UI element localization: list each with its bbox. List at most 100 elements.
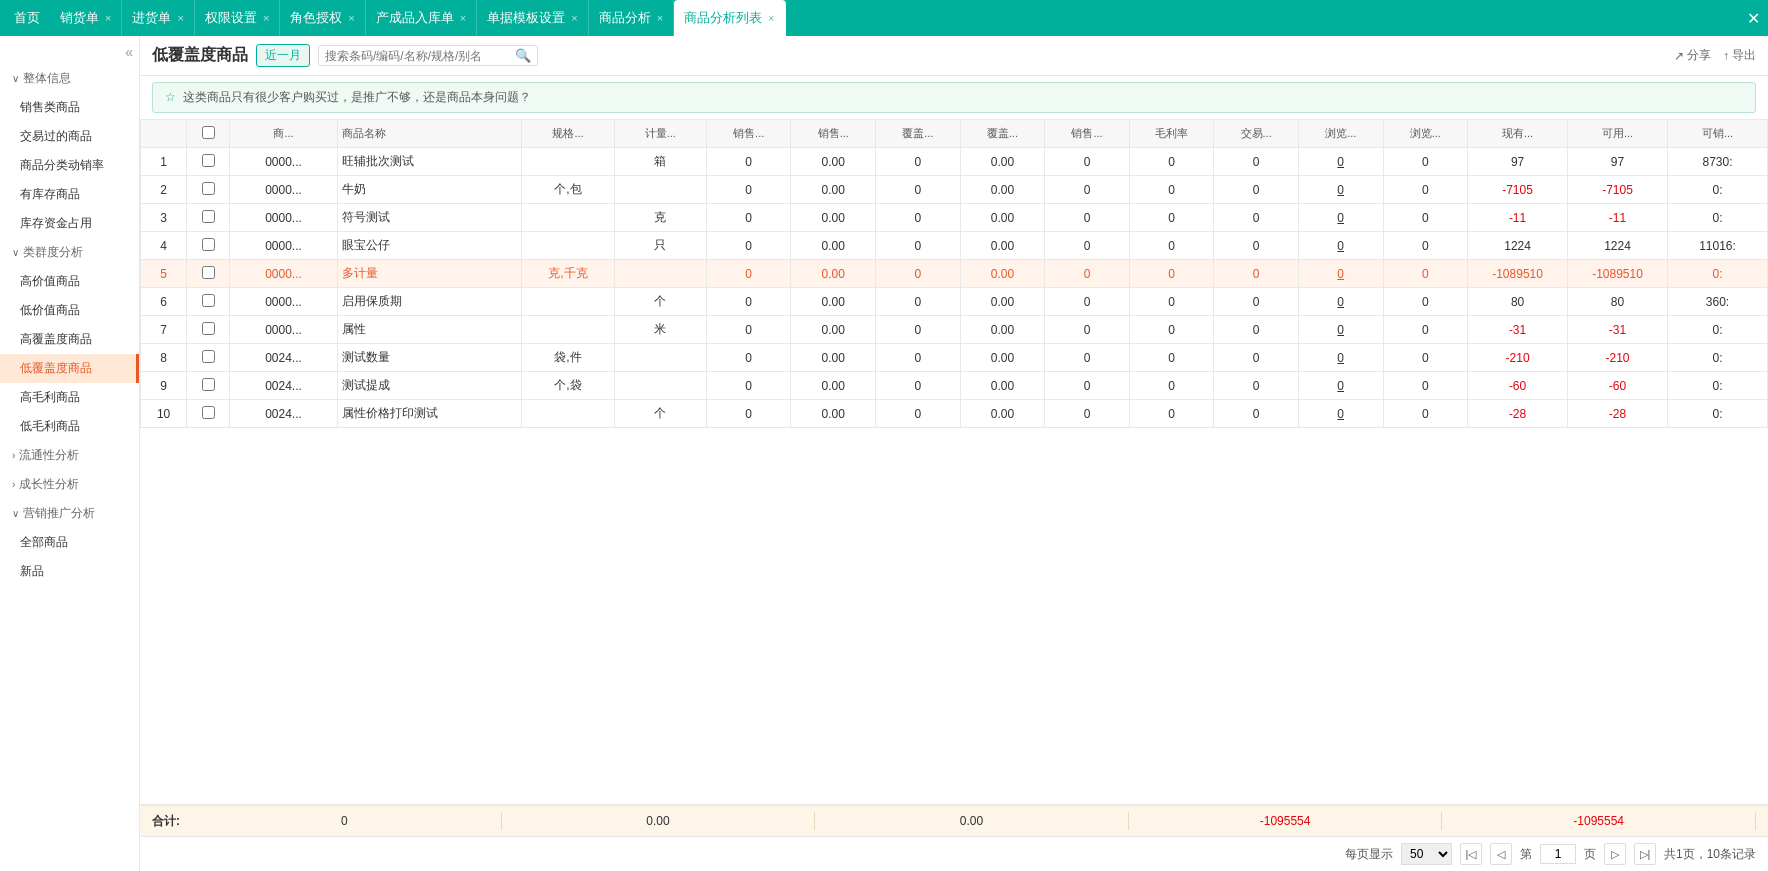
tab-purchase[interactable]: 进货单 × — [122, 0, 194, 36]
sidebar-toggle[interactable]: « — [0, 40, 139, 64]
sidebar-item-low-coverage[interactable]: 低覆盖度商品 — [0, 354, 139, 383]
th-browse2[interactable]: 浏览... — [1383, 120, 1468, 148]
tab-sales-close[interactable]: × — [105, 12, 111, 24]
tab-product-analysis-close[interactable]: × — [657, 12, 663, 24]
row-browse1[interactable]: 0 — [1298, 232, 1383, 260]
sidebar-item-traded-products[interactable]: 交易过的商品 — [0, 122, 139, 151]
row-name: 多计量 — [337, 260, 522, 288]
tab-permissions-close[interactable]: × — [263, 12, 269, 24]
row-browse1[interactable]: 0 — [1298, 400, 1383, 428]
th-avail[interactable]: 可用... — [1568, 120, 1668, 148]
row-browse2: 0 — [1383, 288, 1468, 316]
tab-product-analysis-list-close[interactable]: × — [768, 12, 774, 24]
last-page-button[interactable]: ▷| — [1634, 843, 1656, 865]
th-cover1[interactable]: 覆盖... — [876, 120, 961, 148]
sidebar-item-low-margin[interactable]: 低毛利商品 — [0, 412, 139, 441]
row-index: 4 — [141, 232, 187, 260]
table-row: 90024...测试提成个,袋00.0000.0000000-60-600: — [141, 372, 1768, 400]
th-sales3[interactable]: 销售... — [1045, 120, 1130, 148]
th-current[interactable]: 现有... — [1468, 120, 1568, 148]
th-trade[interactable]: 交易... — [1214, 120, 1299, 148]
row-select-checkbox[interactable] — [202, 350, 215, 363]
row-cover2: 0.00 — [960, 148, 1045, 176]
sidebar-item-sales-products[interactable]: 销售类商品 — [0, 93, 139, 122]
tab-product-analysis-list[interactable]: 商品分析列表 × — [674, 0, 785, 36]
tab-roles-close[interactable]: × — [348, 12, 354, 24]
sidebar-item-high-coverage[interactable]: 高覆盖度商品 — [0, 325, 139, 354]
export-button[interactable]: ↑ 导出 — [1723, 47, 1756, 64]
tab-sales[interactable]: 销货单 × — [50, 0, 122, 36]
content-header: 低覆盖度商品 近一月 🔍 ↗ 分享 ↑ 导出 — [140, 36, 1768, 76]
row-browse1[interactable]: 0 — [1298, 148, 1383, 176]
select-all-checkbox[interactable] — [202, 126, 215, 139]
sidebar-group-growth[interactable]: › 成长性分析 — [0, 470, 139, 499]
per-page-select[interactable]: 50 20 100 200 — [1401, 843, 1452, 865]
row-sales3: 0 — [1045, 260, 1130, 288]
sidebar-item-new-products[interactable]: 新品 — [0, 557, 139, 586]
tab-permissions[interactable]: 权限设置 × — [195, 0, 280, 36]
row-browse1[interactable]: 0 — [1298, 260, 1383, 288]
row-browse1[interactable]: 0 — [1298, 176, 1383, 204]
share-button[interactable]: ↗ 分享 — [1674, 47, 1711, 64]
nav-close-button[interactable]: ✕ — [1747, 9, 1760, 28]
th-name[interactable]: 商品名称 — [337, 120, 522, 148]
sidebar-item-low-value[interactable]: 低价值商品 — [0, 296, 139, 325]
row-select-checkbox[interactable] — [202, 154, 215, 167]
sidebar-item-high-value[interactable]: 高价值商品 — [0, 267, 139, 296]
tab-home[interactable]: 首页 — [4, 0, 50, 36]
row-browse1[interactable]: 0 — [1298, 372, 1383, 400]
row-browse1[interactable]: 0 — [1298, 344, 1383, 372]
tab-product-analysis[interactable]: 商品分析 × — [589, 0, 674, 36]
th-code[interactable]: 商... — [230, 120, 338, 148]
sidebar-item-high-margin[interactable]: 高毛利商品 — [0, 383, 139, 412]
sidebar-item-stock-products[interactable]: 有库存商品 — [0, 180, 139, 209]
first-page-button[interactable]: |◁ — [1460, 843, 1482, 865]
sidebar-item-category-turnover[interactable]: 商品分类动销率 — [0, 151, 139, 180]
tab-templates-close[interactable]: × — [571, 12, 577, 24]
row-checkbox — [187, 232, 230, 260]
row-select-checkbox[interactable] — [202, 294, 215, 307]
th-sales2[interactable]: 销售... — [791, 120, 876, 148]
sidebar-group-marketing[interactable]: ∨ 营销推广分析 — [0, 499, 139, 528]
search-input[interactable] — [325, 49, 515, 63]
next-page-button[interactable]: ▷ — [1604, 843, 1626, 865]
sidebar-item-inventory-capital[interactable]: 库存资金占用 — [0, 209, 139, 238]
row-select-checkbox[interactable] — [202, 266, 215, 279]
search-icon[interactable]: 🔍 — [515, 48, 531, 63]
tab-roles[interactable]: 角色授权 × — [280, 0, 365, 36]
row-browse1[interactable]: 0 — [1298, 316, 1383, 344]
th-spec[interactable]: 规格... — [522, 120, 614, 148]
sidebar-item-all-products[interactable]: 全部商品 — [0, 528, 139, 557]
tab-purchase-close[interactable]: × — [177, 12, 183, 24]
row-browse2: 0 — [1383, 400, 1468, 428]
row-trade: 0 — [1214, 232, 1299, 260]
time-filter-button[interactable]: 近一月 — [256, 44, 310, 67]
row-browse1[interactable]: 0 — [1298, 288, 1383, 316]
page-number-input[interactable] — [1540, 844, 1576, 864]
tab-finished-goods[interactable]: 产成品入库单 × — [366, 0, 477, 36]
th-unit[interactable]: 计量... — [614, 120, 706, 148]
row-select-checkbox[interactable] — [202, 322, 215, 335]
row-select-checkbox[interactable] — [202, 406, 215, 419]
th-browse1[interactable]: 浏览... — [1298, 120, 1383, 148]
th-sales1[interactable]: 销售... — [706, 120, 791, 148]
prev-page-button[interactable]: ◁ — [1490, 843, 1512, 865]
th-cover2[interactable]: 覆盖... — [960, 120, 1045, 148]
tab-finished-goods-close[interactable]: × — [460, 12, 466, 24]
row-sales1: 0 — [706, 372, 791, 400]
row-code: 0000... — [230, 260, 338, 288]
sidebar-group-cluster[interactable]: ∨ 类群度分析 — [0, 238, 139, 267]
row-select-checkbox[interactable] — [202, 182, 215, 195]
chevron-right-icon: › — [12, 450, 15, 461]
row-trade: 0 — [1214, 344, 1299, 372]
data-table-container[interactable]: 商... 商品名称 规格... 计量... 销售... — [140, 119, 1768, 804]
th-gross[interactable]: 毛利率 — [1129, 120, 1214, 148]
row-select-checkbox[interactable] — [202, 238, 215, 251]
sidebar-group-overall[interactable]: ∨ 整体信息 — [0, 64, 139, 93]
row-select-checkbox[interactable] — [202, 210, 215, 223]
row-browse1[interactable]: 0 — [1298, 204, 1383, 232]
sidebar-group-circulation[interactable]: › 流通性分析 — [0, 441, 139, 470]
th-sellable[interactable]: 可销... — [1667, 120, 1767, 148]
tab-templates[interactable]: 单据模板设置 × — [477, 0, 588, 36]
row-select-checkbox[interactable] — [202, 378, 215, 391]
